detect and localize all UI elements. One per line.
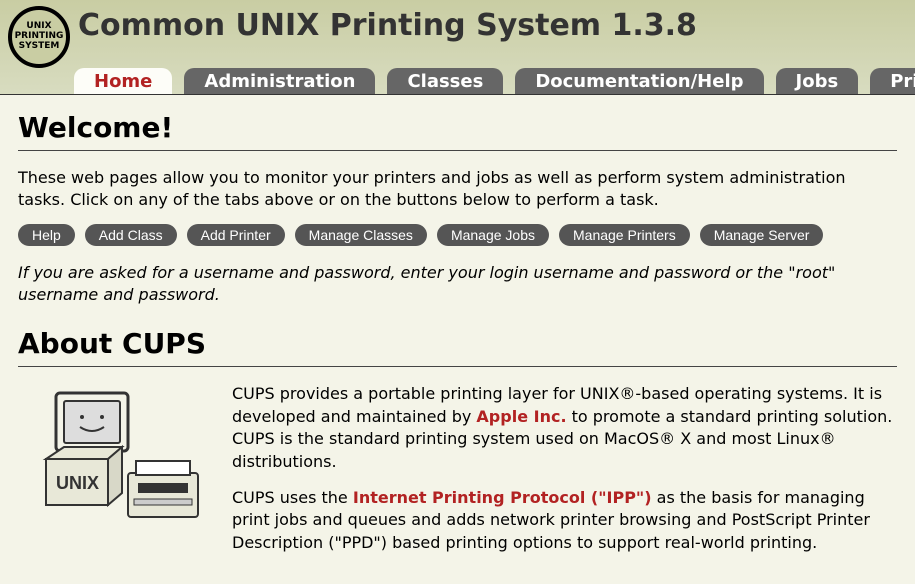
main-content: Welcome! These web pages allow you to mo… — [0, 95, 915, 584]
tab-jobs[interactable]: Jobs — [776, 68, 859, 94]
tab-administration[interactable]: Administration — [184, 68, 375, 94]
cups-illustration-icon: UNIX — [18, 383, 208, 537]
tab-printers[interactable]: Printers — [870, 68, 915, 94]
manage-server-button[interactable]: Manage Server — [700, 224, 824, 246]
apple-link[interactable]: Apple Inc. — [476, 407, 566, 426]
manage-printers-button[interactable]: Manage Printers — [559, 224, 690, 246]
tab-documentation[interactable]: Documentation/Help — [515, 68, 763, 94]
tab-home[interactable]: Home — [74, 68, 172, 94]
tab-classes[interactable]: Classes — [387, 68, 503, 94]
svg-text:UNIX: UNIX — [56, 473, 99, 493]
logo-line: SYSTEM — [19, 42, 60, 52]
nav-tabs: Home Administration Classes Documentatio… — [0, 68, 915, 94]
cups-logo: UNIX PRINTING SYSTEM — [8, 6, 70, 68]
about-section: UNIX CUPS provides a portable printing l… — [18, 383, 897, 568]
page-title: Common UNIX Printing System 1.3.8 — [78, 4, 697, 43]
about-text: CUPS provides a portable printing layer … — [232, 383, 897, 568]
header-top: UNIX PRINTING SYSTEM Common UNIX Printin… — [0, 4, 915, 70]
add-class-button[interactable]: Add Class — [85, 224, 177, 246]
auth-note-prefix: If you are asked for a username and pass… — [18, 263, 796, 282]
divider — [18, 366, 897, 367]
about-paragraph-1: CUPS provides a portable printing layer … — [232, 383, 897, 473]
auth-note: If you are asked for a username and pass… — [18, 262, 897, 305]
action-buttons: Help Add Class Add Printer Manage Classe… — [18, 224, 897, 246]
welcome-heading: Welcome! — [18, 111, 897, 144]
auth-note-root: root — [796, 263, 828, 282]
header: UNIX PRINTING SYSTEM Common UNIX Printin… — [0, 0, 915, 95]
about-paragraph-2: CUPS uses the Internet Printing Protocol… — [232, 487, 897, 554]
divider — [18, 150, 897, 151]
manage-classes-button[interactable]: Manage Classes — [295, 224, 427, 246]
about-heading: About CUPS — [18, 327, 897, 360]
intro-text: These web pages allow you to monitor you… — [18, 167, 897, 210]
help-button[interactable]: Help — [18, 224, 75, 246]
add-printer-button[interactable]: Add Printer — [187, 224, 285, 246]
manage-jobs-button[interactable]: Manage Jobs — [437, 224, 549, 246]
ipp-link[interactable]: Internet Printing Protocol ("IPP") — [353, 488, 652, 507]
